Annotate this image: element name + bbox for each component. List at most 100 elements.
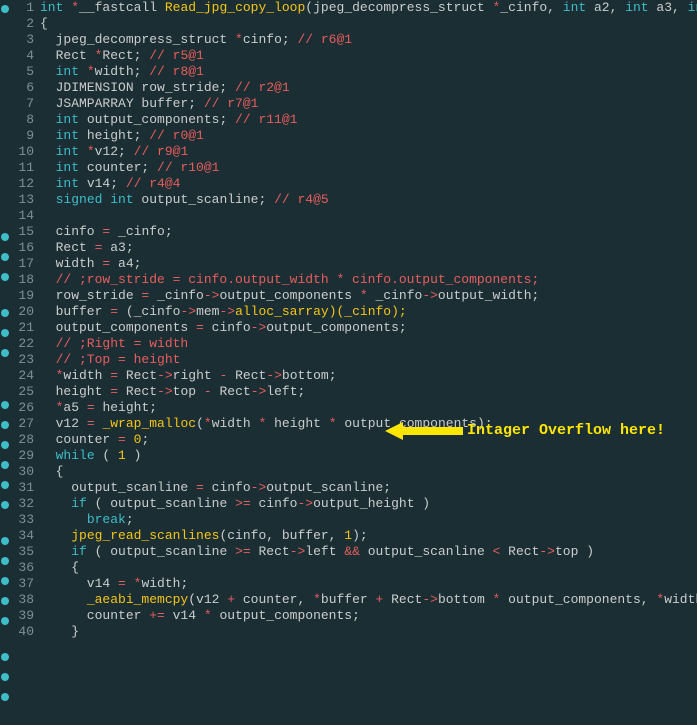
breakpoint-slot[interactable] bbox=[0, 101, 10, 117]
breakpoint-slot[interactable] bbox=[0, 289, 10, 305]
breakpoint-slot[interactable] bbox=[0, 53, 10, 69]
code-line[interactable]: break; bbox=[40, 512, 697, 528]
breakpoint-dot-icon[interactable] bbox=[1, 481, 9, 489]
code-line[interactable]: Rect *Rect; // r5@1 bbox=[40, 48, 697, 64]
breakpoint-slot[interactable] bbox=[0, 233, 10, 249]
code-line[interactable]: counter = 0; bbox=[40, 432, 697, 448]
code-line[interactable]: Rect = a3; bbox=[40, 240, 697, 256]
code-line[interactable]: jpeg_decompress_struct *cinfo; // r6@1 bbox=[40, 32, 697, 48]
code-line[interactable]: { bbox=[40, 464, 697, 480]
code-line[interactable]: JSAMPARRAY buffer; // r7@1 bbox=[40, 96, 697, 112]
breakpoint-slot[interactable] bbox=[0, 693, 10, 709]
breakpoint-dot-icon[interactable] bbox=[1, 233, 9, 241]
code-line[interactable]: int *__fastcall Read_jpg_copy_loop(jpeg_… bbox=[40, 0, 697, 16]
breakpoint-dot-icon[interactable] bbox=[1, 501, 9, 509]
code-line[interactable]: height = Rect->top - Rect->left; bbox=[40, 384, 697, 400]
code-line[interactable]: width = a4; bbox=[40, 256, 697, 272]
code-line[interactable]: { bbox=[40, 16, 697, 32]
breakpoint-slot[interactable] bbox=[0, 117, 10, 133]
breakpoint-slot[interactable] bbox=[0, 213, 10, 229]
breakpoint-slot[interactable] bbox=[0, 181, 10, 197]
breakpoint-dot-icon[interactable] bbox=[1, 421, 9, 429]
breakpoint-dot-icon[interactable] bbox=[1, 309, 9, 317]
code-line[interactable]: while ( 1 ) bbox=[40, 448, 697, 464]
breakpoint-slot[interactable] bbox=[0, 365, 10, 381]
code-line[interactable]: JDIMENSION row_stride; // r2@1 bbox=[40, 80, 697, 96]
code-line[interactable]: int output_components; // r11@1 bbox=[40, 112, 697, 128]
code-line[interactable]: cinfo = _cinfo; bbox=[40, 224, 697, 240]
breakpoint-slot[interactable] bbox=[0, 577, 10, 593]
breakpoint-slot[interactable] bbox=[0, 197, 10, 213]
breakpoint-slot[interactable] bbox=[0, 461, 10, 477]
breakpoint-dot-icon[interactable] bbox=[1, 597, 9, 605]
breakpoint-slot[interactable] bbox=[0, 517, 10, 533]
breakpoint-slot[interactable] bbox=[0, 309, 10, 325]
breakpoint-slot[interactable] bbox=[0, 633, 10, 649]
breakpoint-slot[interactable] bbox=[0, 401, 10, 417]
code-line[interactable]: int height; // r0@1 bbox=[40, 128, 697, 144]
code-line[interactable]: jpeg_read_scanlines(cinfo, buffer, 1); bbox=[40, 528, 697, 544]
code-line[interactable]: // ;Top = height bbox=[40, 352, 697, 368]
breakpoint-slot[interactable] bbox=[0, 349, 10, 365]
breakpoint-slot[interactable] bbox=[0, 481, 10, 497]
breakpoint-dot-icon[interactable] bbox=[1, 273, 9, 281]
code-line[interactable]: counter += v14 * output_components; bbox=[40, 608, 697, 624]
code-line[interactable]: // ;Right = width bbox=[40, 336, 697, 352]
breakpoint-dot-icon[interactable] bbox=[1, 5, 9, 13]
breakpoint-slot[interactable] bbox=[0, 149, 10, 165]
code-line[interactable]: if ( output_scanline >= Rect->left && ou… bbox=[40, 544, 697, 560]
breakpoint-slot[interactable] bbox=[0, 85, 10, 101]
breakpoint-dot-icon[interactable] bbox=[1, 461, 9, 469]
breakpoint-slot[interactable] bbox=[0, 381, 10, 397]
breakpoint-dot-icon[interactable] bbox=[1, 673, 9, 681]
code-line[interactable]: { bbox=[40, 560, 697, 576]
code-line[interactable]: int counter; // r10@1 bbox=[40, 160, 697, 176]
code-line[interactable]: buffer = (_cinfo->mem->alloc_sarray)(_ci… bbox=[40, 304, 697, 320]
breakpoint-slot[interactable] bbox=[0, 421, 10, 437]
code-line[interactable]: int *v12; // r9@1 bbox=[40, 144, 697, 160]
breakpoint-slot[interactable] bbox=[0, 441, 10, 457]
code-line[interactable]: } bbox=[40, 624, 697, 640]
breakpoint-dot-icon[interactable] bbox=[1, 401, 9, 409]
code-line[interactable]: *width = Rect->right - Rect->bottom; bbox=[40, 368, 697, 384]
code-line[interactable]: signed int output_scanline; // r4@5 bbox=[40, 192, 697, 208]
breakpoint-dot-icon[interactable] bbox=[1, 557, 9, 565]
code-line[interactable]: // ;row_stride = cinfo.output_width * ci… bbox=[40, 272, 697, 288]
breakpoint-slot[interactable] bbox=[0, 329, 10, 345]
code-line[interactable]: row_stride = _cinfo->output_components *… bbox=[40, 288, 697, 304]
breakpoint-dot-icon[interactable] bbox=[1, 577, 9, 585]
breakpoint-slot[interactable] bbox=[0, 37, 10, 53]
breakpoint-dot-icon[interactable] bbox=[1, 617, 9, 625]
code-line[interactable]: int v14; // r4@4 bbox=[40, 176, 697, 192]
breakpoint-dot-icon[interactable] bbox=[1, 441, 9, 449]
breakpoint-slot[interactable] bbox=[0, 537, 10, 553]
code-line[interactable]: _aeabi_memcpy(v12 + counter, *buffer + R… bbox=[40, 592, 697, 608]
breakpoint-dot-icon[interactable] bbox=[1, 329, 9, 337]
code-line[interactable]: *a5 = height; bbox=[40, 400, 697, 416]
breakpoint-slot[interactable] bbox=[0, 617, 10, 633]
breakpoint-slot[interactable] bbox=[0, 253, 10, 269]
breakpoint-slot[interactable] bbox=[0, 21, 10, 37]
breakpoint-slot[interactable] bbox=[0, 557, 10, 573]
breakpoint-slot[interactable] bbox=[0, 653, 10, 669]
breakpoint-dot-icon[interactable] bbox=[1, 693, 9, 701]
code-content[interactable]: int *__fastcall Read_jpg_copy_loop(jpeg_… bbox=[40, 0, 697, 725]
code-line[interactable]: output_components = cinfo->output_compon… bbox=[40, 320, 697, 336]
code-line[interactable]: if ( output_scanline >= cinfo->output_he… bbox=[40, 496, 697, 512]
breakpoint-slot[interactable] bbox=[0, 709, 10, 725]
breakpoint-dot-icon[interactable] bbox=[1, 349, 9, 357]
breakpoint-dot-icon[interactable] bbox=[1, 253, 9, 261]
breakpoint-dot-icon[interactable] bbox=[1, 537, 9, 545]
code-line[interactable]: v12 = _wrap_malloc(*width * height * out… bbox=[40, 416, 697, 432]
breakpoint-slot[interactable] bbox=[0, 501, 10, 517]
breakpoint-slot[interactable] bbox=[0, 133, 10, 149]
code-line[interactable]: v14 = *width; bbox=[40, 576, 697, 592]
breakpoint-slot[interactable] bbox=[0, 69, 10, 85]
code-line[interactable]: output_scanline = cinfo->output_scanline… bbox=[40, 480, 697, 496]
code-line[interactable] bbox=[40, 208, 697, 224]
breakpoint-slot[interactable] bbox=[0, 165, 10, 181]
breakpoint-slot[interactable] bbox=[0, 673, 10, 689]
breakpoint-slot[interactable] bbox=[0, 5, 10, 21]
breakpoint-slot[interactable] bbox=[0, 273, 10, 289]
code-line[interactable]: int *width; // r8@1 bbox=[40, 64, 697, 80]
